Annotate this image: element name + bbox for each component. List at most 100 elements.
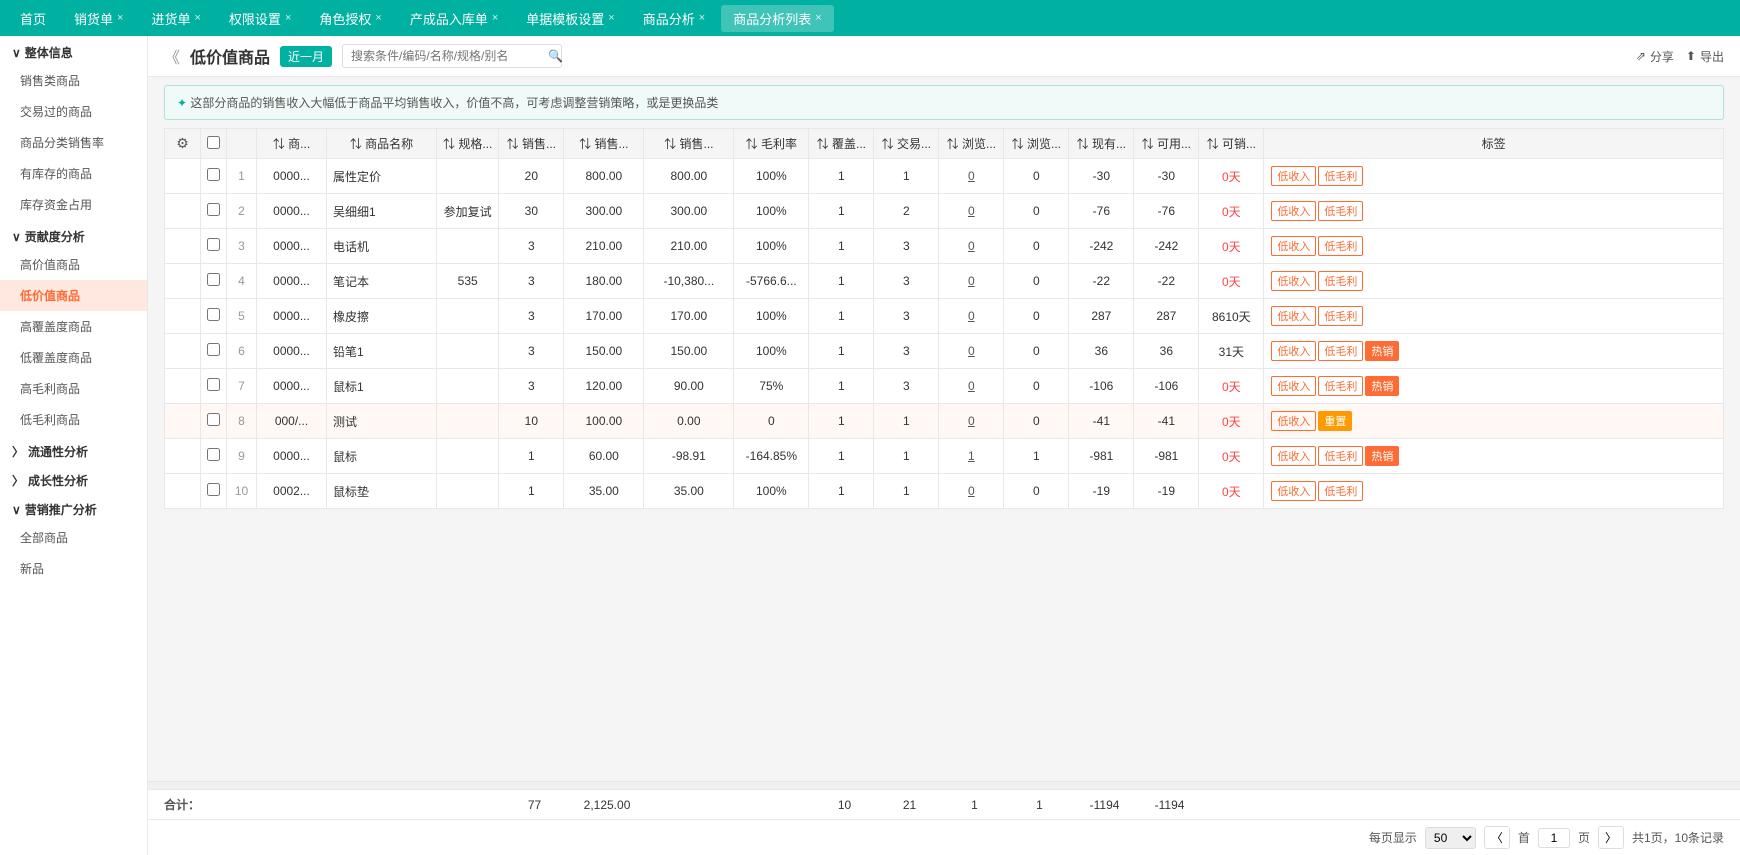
row-checkbox[interactable]: [207, 238, 220, 251]
col-transactions[interactable]: ⇅ 交易...: [874, 129, 939, 159]
row-checkbox[interactable]: [207, 378, 220, 391]
row-checkbox[interactable]: [207, 168, 220, 181]
row-checkbox[interactable]: [207, 273, 220, 286]
nav-close-permission[interactable]: ×: [285, 12, 291, 24]
nav-product-analysis-list[interactable]: 商品分析列表 ×: [721, 5, 833, 32]
sidebar-group-marketing[interactable]: ∨ 营销推广分析: [0, 493, 147, 522]
row-checkbox[interactable]: [207, 203, 220, 216]
col-sales-qty[interactable]: ⇅ 销售...: [499, 129, 564, 159]
nav-role-auth[interactable]: 角色授权 ×: [307, 5, 393, 32]
nav-product-analysis[interactable]: 商品分析 ×: [631, 5, 717, 32]
sidebar-item-high-value[interactable]: 高价值商品: [0, 249, 147, 280]
collapse-sidebar-btn[interactable]: 《: [164, 44, 180, 68]
per-page-select[interactable]: 50 100 200: [1425, 827, 1476, 849]
cell-checkbox[interactable]: [201, 299, 227, 334]
share-button[interactable]: ⇗ 分享: [1636, 48, 1674, 65]
nav-close-purchase-order[interactable]: ×: [194, 12, 200, 24]
browse1-link[interactable]: 0: [968, 344, 975, 358]
row-checkbox[interactable]: [207, 413, 220, 426]
cell-browse1[interactable]: 0: [939, 159, 1004, 194]
col-sales-profit[interactable]: ⇅ 销售...: [644, 129, 734, 159]
col-name[interactable]: ⇅ 商品名称: [327, 129, 437, 159]
col-sales-amount[interactable]: ⇅ 销售...: [564, 129, 644, 159]
cell-checkbox[interactable]: [201, 369, 227, 404]
cell-checkbox[interactable]: [201, 159, 227, 194]
browse1-link[interactable]: 0: [968, 379, 975, 393]
sidebar-item-low-value[interactable]: 低价值商品: [0, 280, 147, 311]
nav-close-product-analysis[interactable]: ×: [699, 12, 705, 24]
page-number-input[interactable]: [1538, 828, 1570, 848]
col-checkbox[interactable]: [201, 129, 227, 159]
cell-browse1[interactable]: 0: [939, 474, 1004, 509]
browse1-link[interactable]: 0: [968, 274, 975, 288]
sidebar-item-sales-goods[interactable]: 销售类商品: [0, 65, 147, 96]
sidebar-item-high-margin[interactable]: 高毛利商品: [0, 373, 147, 404]
nav-purchase-order[interactable]: 进货单 ×: [139, 5, 212, 32]
cell-checkbox[interactable]: [201, 334, 227, 369]
col-saleable[interactable]: ⇅ 可销...: [1199, 129, 1264, 159]
nav-product-stock[interactable]: 产成品入库单 ×: [398, 5, 510, 32]
export-button[interactable]: ⬆ 导出: [1686, 48, 1724, 65]
settings-icon[interactable]: ⚙: [176, 135, 189, 151]
nav-close-sales-order[interactable]: ×: [117, 12, 123, 24]
row-checkbox[interactable]: [207, 343, 220, 356]
sidebar-group-contribution[interactable]: ∨ 贡献度分析: [0, 220, 147, 249]
cell-browse1[interactable]: 0: [939, 369, 1004, 404]
nav-close-product-analysis-list[interactable]: ×: [815, 12, 821, 24]
nav-close-template[interactable]: ×: [608, 12, 614, 24]
bottom-scrollbar[interactable]: [148, 781, 1740, 789]
sidebar-item-category-sales-rate[interactable]: 商品分类销售率: [0, 127, 147, 158]
col-code[interactable]: ⇅ 商...: [257, 129, 327, 159]
cell-checkbox[interactable]: [201, 404, 227, 439]
cell-browse1[interactable]: 0: [939, 264, 1004, 299]
col-browse1[interactable]: ⇅ 浏览...: [939, 129, 1004, 159]
browse1-link[interactable]: 0: [968, 309, 975, 323]
cell-checkbox[interactable]: [201, 474, 227, 509]
browse1-link[interactable]: 0: [968, 169, 975, 183]
cell-browse1[interactable]: 0: [939, 229, 1004, 264]
sidebar-item-stocked-goods[interactable]: 有库存的商品: [0, 158, 147, 189]
search-icon[interactable]: 🔍: [548, 49, 563, 63]
nav-home[interactable]: 首页: [8, 5, 58, 32]
col-available[interactable]: ⇅ 可用...: [1134, 129, 1199, 159]
cell-browse1[interactable]: 0: [939, 194, 1004, 229]
search-input[interactable]: [342, 44, 562, 68]
cell-browse1[interactable]: 0: [939, 299, 1004, 334]
sidebar-item-new-goods[interactable]: 新品: [0, 553, 147, 584]
col-current[interactable]: ⇅ 现有...: [1069, 129, 1134, 159]
browse1-link[interactable]: 0: [968, 204, 975, 218]
cell-checkbox[interactable]: [201, 229, 227, 264]
browse1-link[interactable]: 1: [968, 449, 975, 463]
nav-permission[interactable]: 权限设置 ×: [217, 5, 303, 32]
row-checkbox[interactable]: [207, 308, 220, 321]
col-settings[interactable]: ⚙: [165, 129, 201, 159]
cell-checkbox[interactable]: [201, 264, 227, 299]
sidebar-item-high-coverage[interactable]: 高覆盖度商品: [0, 311, 147, 342]
sidebar-group-overall[interactable]: ∨ 整体信息: [0, 36, 147, 65]
nav-sales-order[interactable]: 销货单 ×: [62, 5, 135, 32]
row-checkbox[interactable]: [207, 483, 220, 496]
sidebar-item-traded-goods[interactable]: 交易过的商品: [0, 96, 147, 127]
cell-browse1[interactable]: 1: [939, 439, 1004, 474]
col-gross-margin[interactable]: ⇅ 毛利率: [734, 129, 809, 159]
browse1-link[interactable]: 0: [968, 484, 975, 498]
cell-browse1[interactable]: 0: [939, 404, 1004, 439]
sidebar-group-circulation[interactable]: 〉 流通性分析: [0, 435, 147, 464]
nav-close-role-auth[interactable]: ×: [375, 12, 381, 24]
table-wrapper[interactable]: ⚙ ⇅ 商... ⇅ 商品名称 ⇅ 规格...: [148, 128, 1740, 781]
sidebar-item-low-margin[interactable]: 低毛利商品: [0, 404, 147, 435]
cell-checkbox[interactable]: [201, 439, 227, 474]
nav-close-product-stock[interactable]: ×: [492, 12, 498, 24]
nav-template-setting[interactable]: 单据模板设置 ×: [514, 5, 626, 32]
browse1-link[interactable]: 0: [968, 239, 975, 253]
browse1-link[interactable]: 0: [968, 414, 975, 428]
col-coverage[interactable]: ⇅ 覆盖...: [809, 129, 874, 159]
sidebar-item-all-goods[interactable]: 全部商品: [0, 522, 147, 553]
next-page-btn[interactable]: 〉: [1598, 826, 1624, 849]
sidebar-item-low-coverage[interactable]: 低覆盖度商品: [0, 342, 147, 373]
row-checkbox[interactable]: [207, 448, 220, 461]
cell-checkbox[interactable]: [201, 194, 227, 229]
cell-browse1[interactable]: 0: [939, 334, 1004, 369]
select-all-checkbox[interactable]: [207, 136, 220, 149]
sidebar-item-stock-capital[interactable]: 库存资金占用: [0, 189, 147, 220]
